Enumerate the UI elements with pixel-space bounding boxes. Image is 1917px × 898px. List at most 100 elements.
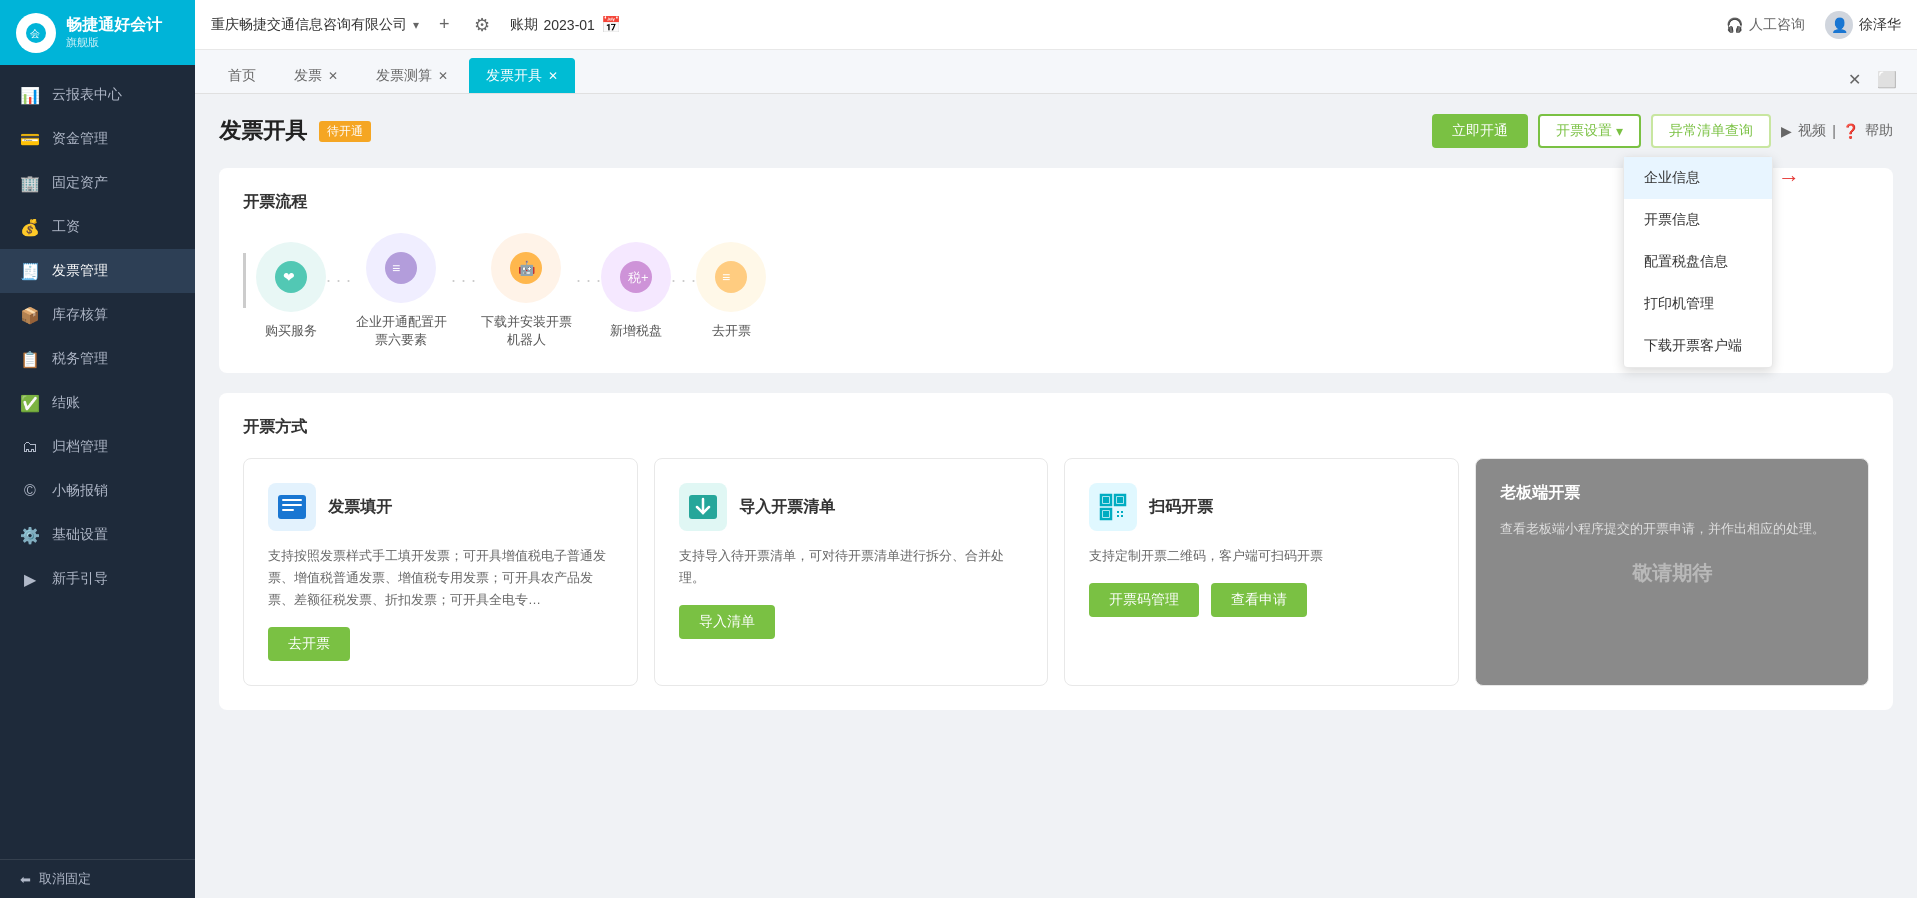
flow-step-go-invoice: ≡ 去开票 [696, 242, 766, 340]
tab-invoice-open-label: 发票开具 [486, 67, 542, 85]
tab-invoice-open-close[interactable]: ✕ [548, 69, 558, 83]
dropdown-tax-config[interactable]: 配置税盘信息 [1624, 241, 1772, 283]
sidebar-item-invoice[interactable]: 🧾 发票管理 [0, 249, 195, 293]
company-selector[interactable]: 重庆畅捷交通信息咨询有限公司 ▾ [211, 16, 419, 34]
dropdown-download-client[interactable]: 下载开票客户端 [1624, 325, 1772, 367]
sidebar-item-fund[interactable]: 💳 资金管理 [0, 117, 195, 161]
checkout-icon: ✅ [20, 393, 40, 413]
scan-invoice-header: 扫码开票 [1089, 483, 1434, 531]
unpin-icon: ⬅ [20, 872, 31, 887]
flow-arrow-4: · · · [671, 270, 696, 313]
tab-home[interactable]: 首页 [211, 58, 273, 93]
tab-invoice-calc-close[interactable]: ✕ [438, 69, 448, 83]
scan-invoice-desc: 支持定制开票二维码，客户端可扫码开票 [1089, 545, 1434, 567]
svg-rect-12 [278, 495, 306, 519]
svg-rect-14 [282, 504, 302, 506]
fixed-asset-icon: 🏢 [20, 173, 40, 193]
settings-dropdown: 企业信息 → 开票信息 配置税盘信息 打印机管理 下 [1623, 156, 1773, 368]
tab-invoice-list-label: 发票 [294, 67, 322, 85]
tax-icon: 📋 [20, 349, 40, 369]
import-list-button[interactable]: 导入清单 [679, 605, 775, 639]
user-info[interactable]: 👤 徐泽华 [1825, 11, 1901, 39]
sidebar-item-report[interactable]: © 小畅报销 [0, 469, 195, 513]
settings-icon: ⚙️ [20, 525, 40, 545]
dropdown-arrow-icon: ▾ [1616, 123, 1623, 139]
methods-grid: 发票填开 支持按照发票样式手工填开发票；可开具增值税电子普通发票、增值税普通发票… [243, 458, 1869, 686]
help-icon: ❓ [1842, 123, 1859, 139]
tab-invoice-list-close[interactable]: ✕ [328, 69, 338, 83]
sidebar-item-label: 发票管理 [52, 262, 108, 280]
flow-arrow-3: · · · [576, 270, 601, 313]
calendar-icon[interactable]: 📅 [601, 15, 621, 34]
period-label: 账期 [510, 16, 538, 34]
sidebar-item-inventory[interactable]: 📦 库存核算 [0, 293, 195, 337]
sidebar-footer[interactable]: ⬅ 取消固定 [0, 859, 195, 898]
dropdown-printer[interactable]: 打印机管理 [1624, 283, 1772, 325]
scan-invoice-btn2[interactable]: 查看申请 [1211, 583, 1307, 617]
sidebar-item-label: 基础设置 [52, 526, 108, 544]
consultant-button[interactable]: 🎧 人工咨询 [1726, 16, 1805, 34]
buy-service-icon: ❤ [256, 242, 326, 312]
dropdown-company-info[interactable]: 企业信息 → [1624, 157, 1772, 199]
methods-section-title: 开票方式 [243, 417, 1869, 438]
fill-invoice-header: 发票填开 [268, 483, 613, 531]
guide-icon: ▶ [20, 569, 40, 589]
main-area: 重庆畅捷交通信息咨询有限公司 ▾ + ⚙ 账期 2023-01 📅 🎧 人工咨询… [195, 0, 1917, 898]
import-list-header: 导入开票清单 [679, 483, 1024, 531]
add-company-button[interactable]: + [435, 10, 454, 39]
separator: | [1832, 123, 1836, 139]
svg-rect-23 [1103, 511, 1109, 517]
invoice-settings-button[interactable]: 开票设置 ▾ [1538, 114, 1641, 148]
svg-rect-13 [282, 499, 302, 501]
unpin-label: 取消固定 [39, 870, 91, 888]
tab-close-button[interactable]: ✕ [1844, 66, 1865, 93]
scan-invoice-title: 扫码开票 [1149, 497, 1213, 518]
scan-invoice-icon [1089, 483, 1137, 531]
sidebar-item-checkout[interactable]: ✅ 结账 [0, 381, 195, 425]
sidebar-item-settings[interactable]: ⚙️ 基础设置 [0, 513, 195, 557]
logo-icon: 会 [16, 13, 56, 53]
sidebar-item-salary[interactable]: 💰 工资 [0, 205, 195, 249]
topbar: 重庆畅捷交通信息咨询有限公司 ▾ + ⚙ 账期 2023-01 📅 🎧 人工咨询… [195, 0, 1917, 50]
tab-invoice-open[interactable]: 发票开具 ✕ [469, 58, 575, 93]
tab-invoice-calc-label: 发票测算 [376, 67, 432, 85]
boss-invoice-desc: 查看老板端小程序提交的开票申请，并作出相应的处理。 [1500, 518, 1845, 540]
sidebar-item-guide[interactable]: ▶ 新手引导 [0, 557, 195, 601]
add-tax-label: 新增税盘 [610, 322, 662, 340]
sidebar-item-label: 结账 [52, 394, 80, 412]
status-badge: 待开通 [319, 121, 371, 142]
topbar-settings-button[interactable]: ⚙ [470, 10, 494, 40]
sidebar-item-tax[interactable]: 📋 税务管理 [0, 337, 195, 381]
tab-invoice-list[interactable]: 发票 ✕ [277, 58, 355, 93]
tab-maximize-button[interactable]: ⬜ [1873, 66, 1901, 93]
tax-config-label: 配置税盘信息 [1644, 253, 1728, 269]
headset-icon: 🎧 [1726, 17, 1743, 33]
flow-step-config: ≡ 企业开通配置开票六要素 [351, 233, 451, 349]
download-client-label: 下载开票客户端 [1644, 337, 1742, 353]
company-info-label: 企业信息 [1644, 169, 1700, 185]
page-title: 发票开具 [219, 116, 307, 146]
period-info: 账期 2023-01 📅 [510, 15, 621, 34]
scan-invoice-btn1[interactable]: 开票码管理 [1089, 583, 1199, 617]
sidebar-item-label: 新手引导 [52, 570, 108, 588]
sidebar-item-label: 税务管理 [52, 350, 108, 368]
activate-button[interactable]: 立即开通 [1432, 114, 1528, 148]
sidebar-item-cloud-report[interactable]: 📊 云报表中心 [0, 73, 195, 117]
fill-invoice-button[interactable]: 去开票 [268, 627, 350, 661]
video-label[interactable]: 视频 [1798, 122, 1826, 140]
svg-text:🤖: 🤖 [518, 260, 536, 277]
method-boss-invoice: 老板端开票 查看老板端小程序提交的开票申请，并作出相应的处理。 敬请期待 [1475, 458, 1870, 686]
help-label[interactable]: 帮助 [1865, 122, 1893, 140]
sidebar-item-fixed-asset[interactable]: 🏢 固定资产 [0, 161, 195, 205]
invoice-info-label: 开票信息 [1644, 211, 1700, 227]
abnormal-list-button[interactable]: 异常清单查询 [1651, 114, 1771, 148]
sidebar-item-label: 资金管理 [52, 130, 108, 148]
sidebar-item-archive[interactable]: 🗂 归档管理 [0, 425, 195, 469]
dropdown-invoice-info[interactable]: 开票信息 [1624, 199, 1772, 241]
tab-invoice-calc[interactable]: 发票测算 ✕ [359, 58, 465, 93]
svg-rect-25 [1121, 511, 1123, 513]
invoice-settings-label: 开票设置 [1556, 122, 1612, 140]
boss-invoice-disabled-text: 敬请期待 [1500, 560, 1845, 587]
period-value: 2023-01 [544, 17, 595, 33]
page-actions: 立即开通 开票设置 ▾ 异常清单查询 ▶ 视频 | ❓ 帮助 [1432, 114, 1893, 148]
